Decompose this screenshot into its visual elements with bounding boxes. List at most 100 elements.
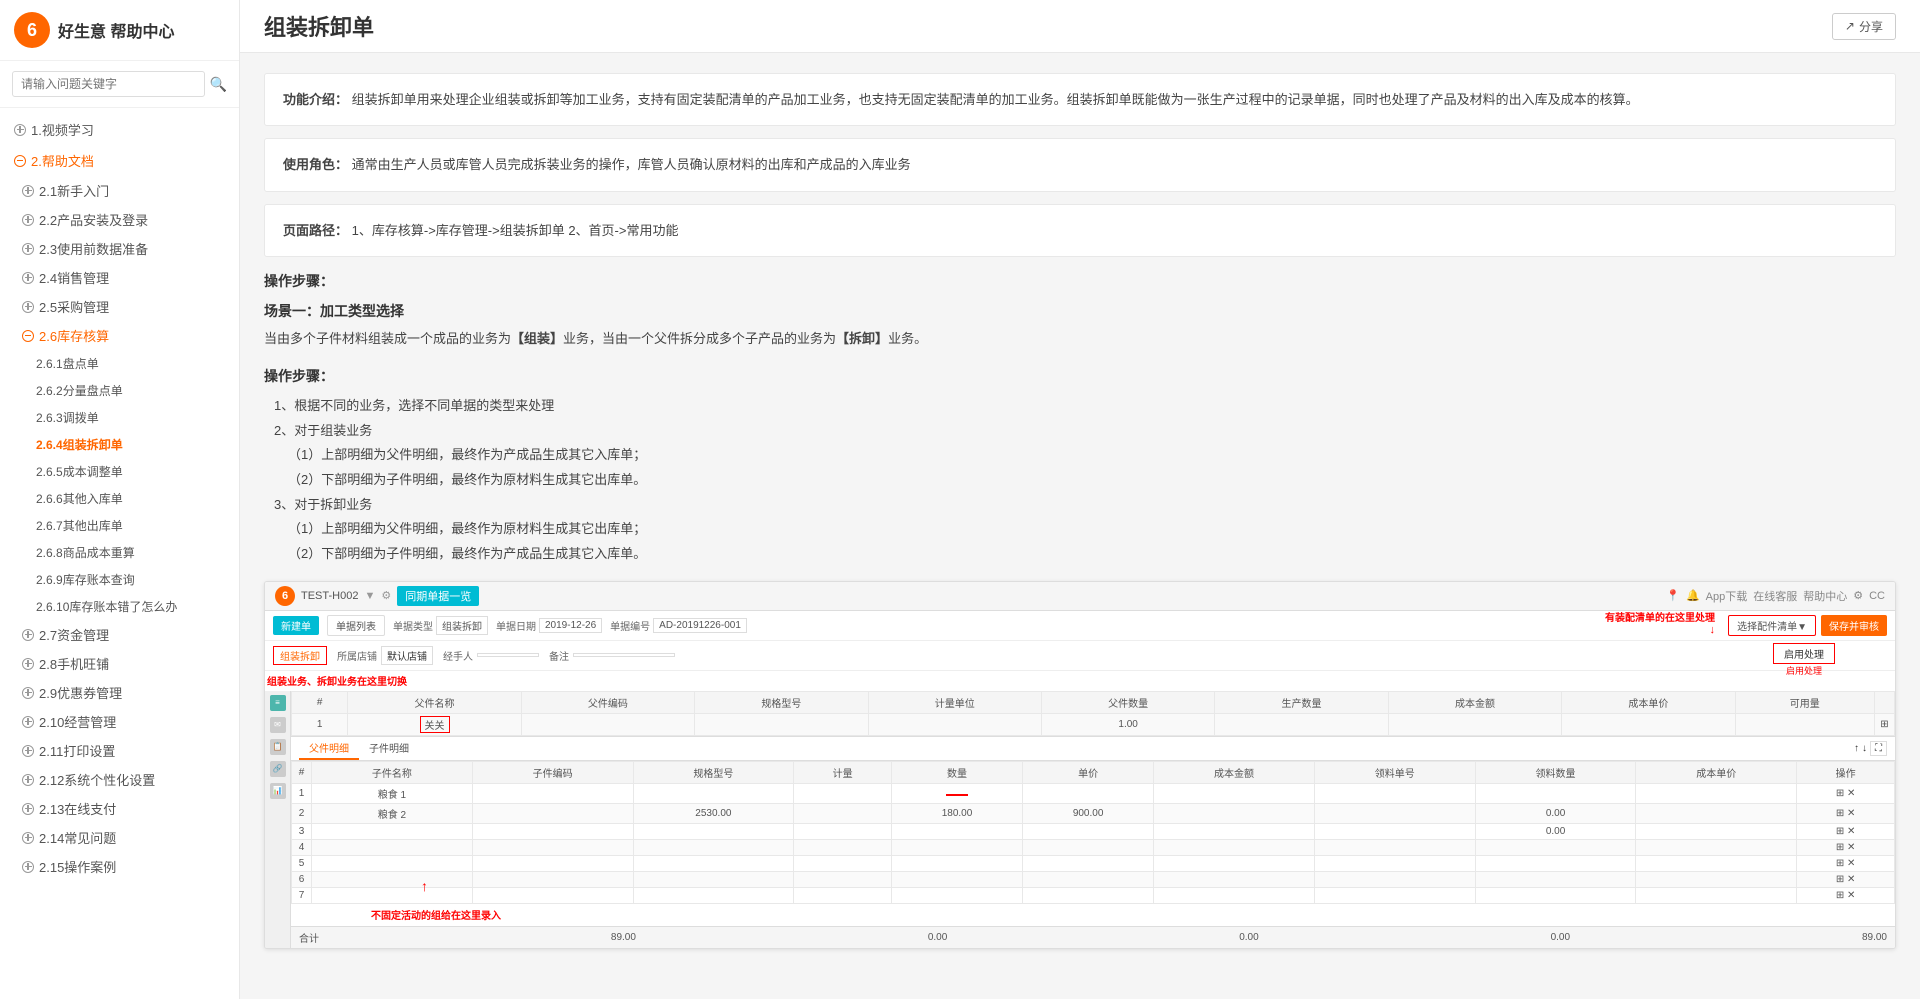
ss-field-no: 单据编号 AD-20191226-001 (610, 618, 747, 633)
expand-icon (22, 185, 34, 197)
annotation1-group: 有装配清单的在这里处理 ↓ (1605, 609, 1715, 636)
table-row: 5⊞ ✕ (292, 855, 1895, 871)
th-unit: 计量单位 (868, 691, 1041, 713)
search-icon[interactable]: 🔍 (210, 76, 227, 93)
role-block: 使用角色： 通常由生产人员或库管人员完成拆装业务的操作，库管人员确认原材料的出库… (264, 138, 1896, 191)
ops-title: 操作步骤： (264, 271, 1896, 291)
ss-field-date: 单据日期 2019-12-26 (496, 618, 602, 633)
sidebar-item-docs-28[interactable]: 2.8手机旺铺 (0, 649, 239, 678)
ss-table2-container: # 子件名称 子件编码 规格型号 计量 数量 单价 成本金额 领料单号 (291, 761, 1895, 904)
nav-tree: 1.视频学习 2.帮助文档 2.1新手入门 2.2产品安装及登录 2.3使用前数… (0, 108, 239, 999)
sidebar-item-docs-268[interactable]: 2.6.8商品成本重算 (0, 539, 239, 566)
sidebar-item-docs[interactable]: 2.帮助文档 (0, 145, 239, 176)
sidebar-item-docs-25[interactable]: 2.5采购管理 (0, 292, 239, 321)
path-text: 1、库存核算->库存管理->组装拆卸单 2、首页->常用功能 (352, 223, 679, 238)
expand-icon (22, 687, 34, 699)
sidebar: 6 好生意 帮助中心 🔍 1.视频学习 2.帮助文档 2.1新手入门 2.2产品… (0, 0, 240, 999)
collapse-icon (14, 155, 26, 167)
sidebar-item-docs-21[interactable]: 2.1新手入门 (0, 176, 239, 205)
role-label: 使用角色： (283, 157, 348, 172)
sidebar-item-docs-24[interactable]: 2.4销售管理 (0, 263, 239, 292)
intro-block: 功能介绍： 组装拆卸单用来处理企业组装或拆卸等加工业务，支持有固定装配清单的产品… (264, 73, 1896, 126)
expand-icon (22, 243, 34, 255)
expand-icon (22, 629, 34, 641)
th-parent-qty: 父件数量 (1041, 691, 1214, 713)
ss-icon5[interactable]: 📊 (270, 783, 286, 799)
step1: 1、根据不同的业务，选择不同单据的类型来处理 (274, 394, 1896, 419)
sidebar-item-docs-2610[interactable]: 2.6.10库存账本错了怎么办 (0, 593, 239, 620)
table-row: 7⊞ ✕ (292, 887, 1895, 903)
scenario1-desc: 当由多个子件材料组装成一个成品的业务为【组装】业务，当由一个父件拆分成多个子产品… (264, 327, 1896, 352)
th-spec: 规格型号 (695, 691, 868, 713)
sidebar-item-docs-261[interactable]: 2.6.1盘点单 (0, 350, 239, 377)
annotation4: 不固定活动的组给在这里录入 (371, 907, 501, 922)
main-area: 组装拆卸单 ↗ 分享 功能介绍： 组装拆卸单用来处理企业组装或拆卸等加工业务，支… (240, 0, 1920, 999)
ss-icon4[interactable]: 🔗 (270, 761, 286, 777)
ss-id: TEST-H002 (301, 590, 358, 602)
sidebar-item-docs-265[interactable]: 2.6.5成本调整单 (0, 458, 239, 485)
content-area: 功能介绍： 组装拆卸单用来处理企业组装或拆卸等加工业务，支持有固定装配清单的产品… (240, 53, 1920, 999)
bottom-spacer (264, 949, 1896, 979)
sidebar-item-docs-215[interactable]: 2.15操作案例 (0, 852, 239, 881)
th-parent-name: 父件名称 (348, 691, 521, 713)
ss-expand-btn[interactable]: ⛶ (1870, 741, 1887, 756)
top-bar: 组装拆卸单 ↗ 分享 (240, 0, 1920, 53)
sidebar-item-docs-213[interactable]: 2.13在线支付 (0, 794, 239, 823)
ss-fields: 单据类型 组装拆卸 单据日期 2019-12-26 单据编号 AD-201912… (393, 616, 1720, 635)
annotation4-arrow: ↑ (421, 878, 428, 894)
sidebar-header: 6 好生意 帮助中心 (0, 0, 239, 61)
ss-period-btn[interactable]: 同期单据一览 (397, 586, 479, 606)
table-row: 2 粮食 2 2530.00 180.00 900.00 (292, 803, 1895, 823)
sidebar-item-docs-211[interactable]: 2.11打印设置 (0, 736, 239, 765)
steps-title1: 操作步骤： (264, 366, 1896, 386)
ss-note-field: 备注 (549, 648, 675, 663)
ss-icon2[interactable]: ✉ (270, 717, 286, 733)
step3: 3、对于拆卸业务 (274, 493, 1896, 518)
ss-type-toggle[interactable]: 组装拆卸 (273, 646, 327, 665)
ss-tab-parent[interactable]: 父件明细 (299, 737, 359, 760)
ss-logo: 6 (275, 586, 295, 606)
sidebar-item-video[interactable]: 1.视频学习 (0, 114, 239, 145)
expand-icon (22, 301, 34, 313)
ss-icon3[interactable]: 📋 (270, 739, 286, 755)
expand-icon (22, 658, 34, 670)
sidebar-item-docs-22[interactable]: 2.2产品安装及登录 (0, 205, 239, 234)
sidebar-item-docs-210[interactable]: 2.10经营管理 (0, 707, 239, 736)
sidebar-item-docs-214[interactable]: 2.14常见问题 (0, 823, 239, 852)
sidebar-item-docs-27[interactable]: 2.7资金管理 (0, 620, 239, 649)
sidebar-item-docs-262[interactable]: 2.6.2分量盘点单 (0, 377, 239, 404)
sidebar-item-docs-29[interactable]: 2.9优惠券管理 (0, 678, 239, 707)
th-num: # (292, 691, 348, 713)
sidebar-item-docs-263[interactable]: 2.6.3调拨单 (0, 404, 239, 431)
sidebar-item-docs-267[interactable]: 2.6.7其他出库单 (0, 512, 239, 539)
ss-save-btn[interactable]: 保存并审核 (1821, 615, 1887, 636)
expand-icon (22, 716, 34, 728)
ss-topbar: 6 TEST-H002 ▼ ⚙ 同期单据一览 📍 🔔 App下载 在线客服 帮助… (265, 582, 1895, 611)
expand-icon (22, 832, 34, 844)
step2-2: （2）下部明细为子件明细，最终作为原材料生成其它出库单。 (288, 468, 1896, 493)
search-box: 🔍 (0, 61, 239, 108)
sidebar-item-docs-212[interactable]: 2.12系统个性化设置 (0, 765, 239, 794)
logo-icon: 6 (14, 12, 50, 48)
ss-handler-field: 经手人 (443, 648, 539, 663)
th-parent-code: 父件编码 (521, 691, 694, 713)
ss-tab-child[interactable]: 子件明细 (359, 737, 419, 760)
sidebar-item-docs-26[interactable]: 2.6库存核算 (0, 321, 239, 350)
share-button[interactable]: ↗ 分享 (1832, 13, 1896, 40)
ss-select-bom-btn[interactable]: 选择配件清单▼ (1728, 615, 1816, 636)
ss-doc-list-tab[interactable]: 单据列表 (327, 615, 385, 636)
expand-icon (22, 861, 34, 873)
ss-toolbar: 新建单 单据列表 单据类型 组装拆卸 单据日期 2019-12-26 单据编号 (265, 611, 1895, 641)
sidebar-item-docs-269[interactable]: 2.6.9库存账本查询 (0, 566, 239, 593)
expand-icon (22, 745, 34, 757)
sidebar-item-docs-23[interactable]: 2.3使用前数据准备 (0, 234, 239, 263)
sidebar-item-docs-264[interactable]: 2.6.4组装拆卸单 (0, 431, 239, 458)
ss-new-doc-tab[interactable]: 新建单 (273, 616, 319, 635)
search-input[interactable] (12, 71, 205, 97)
ss-icon1[interactable]: ≡ (270, 695, 286, 711)
table-row: 4⊞ ✕ (292, 839, 1895, 855)
th-cost-amt: 成本金额 (1388, 691, 1561, 713)
sidebar-item-docs-266[interactable]: 2.6.6其他入库单 (0, 485, 239, 512)
path-block: 页面路径： 1、库存核算->库存管理->组装拆卸单 2、首页->常用功能 (264, 204, 1896, 257)
screenshot-wrapper: 6 TEST-H002 ▼ ⚙ 同期单据一览 📍 🔔 App下载 在线客服 帮助… (264, 581, 1896, 949)
